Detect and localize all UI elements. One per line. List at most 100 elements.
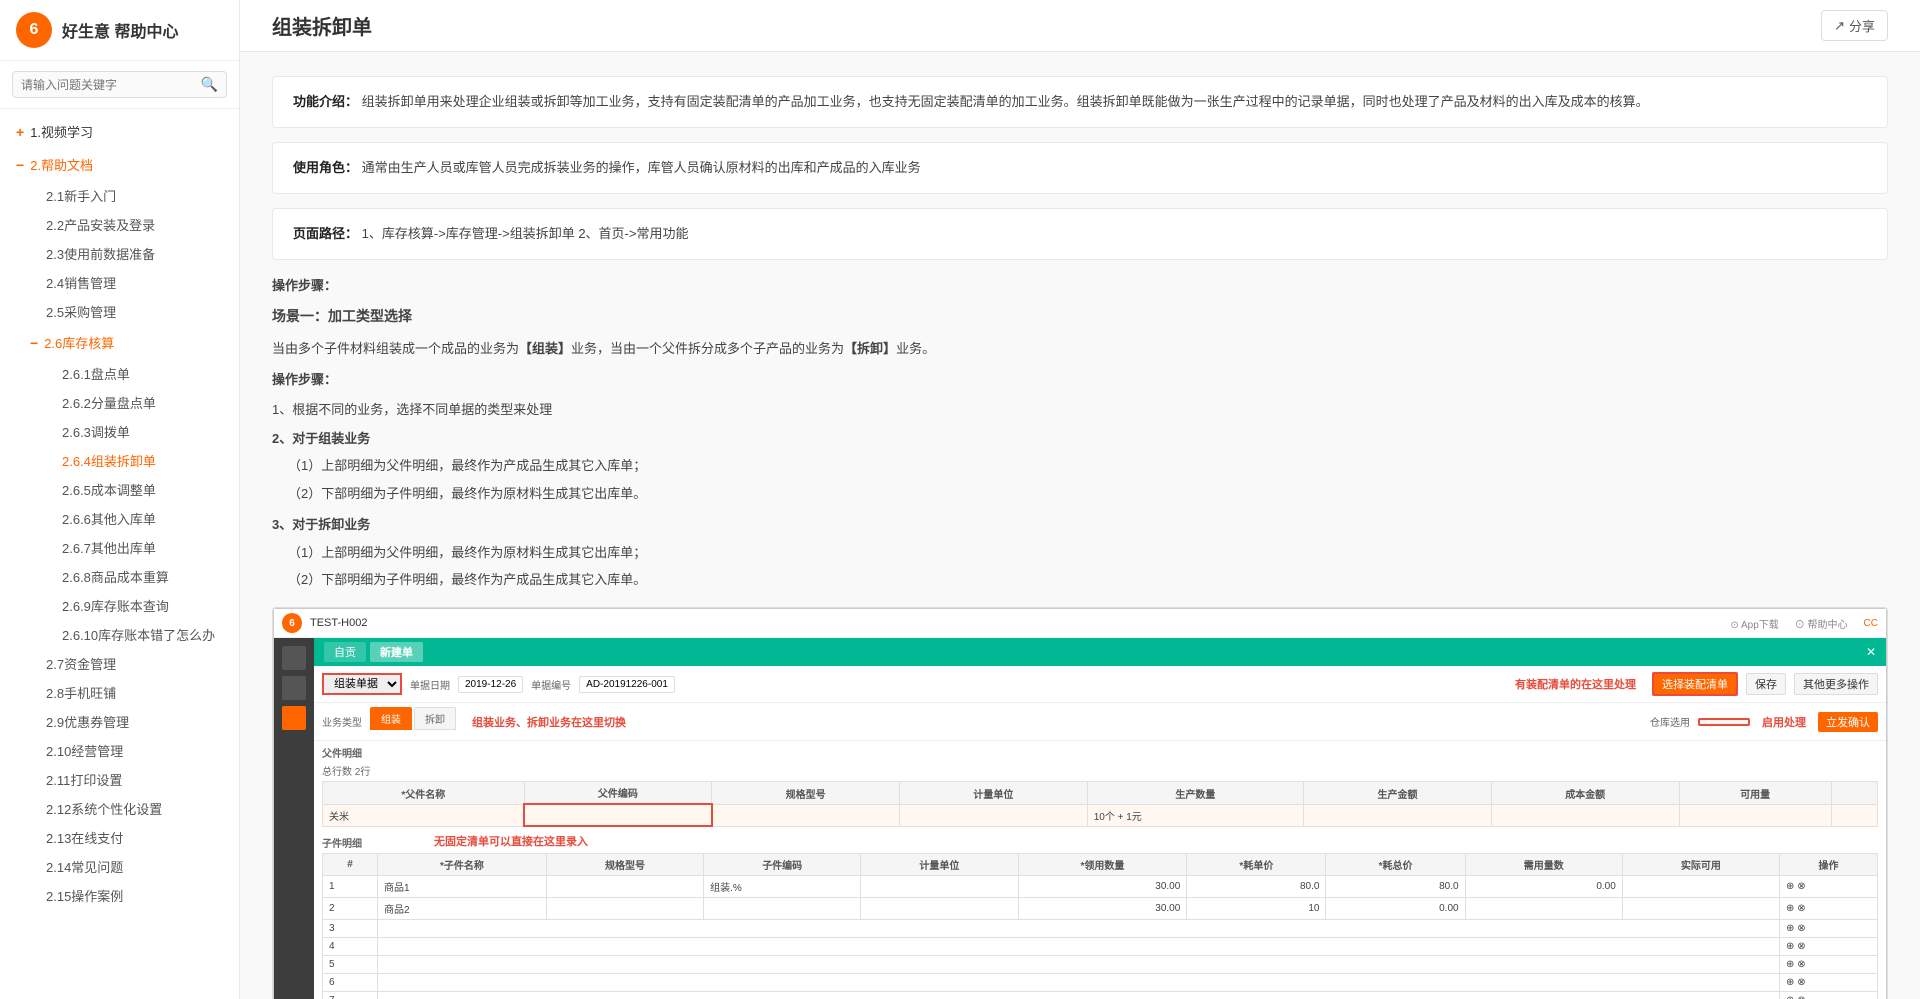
sidebar-item-2-6-10[interactable]: 2.6.10库存账本错了怎么办	[46, 620, 239, 649]
step2a: （1）上部明细为父件明细，最终作为产成品生成其它入库单；	[288, 454, 1888, 477]
mock-lth-avail: 实际可用	[1622, 854, 1779, 876]
mock-th-father-code: 父件编码	[524, 782, 712, 805]
mock-left-sidebar	[274, 638, 314, 999]
sidebar: 6 好生意 帮助中心 🔍 + 1.视频学习 − 2.帮助文档 2.1新手入门 2…	[0, 0, 240, 999]
mock-upper-cell-amount	[1304, 804, 1492, 826]
mock-type-select[interactable]: 组装单据 拆卸单据	[322, 673, 402, 695]
steps-block: 操作步骤： 场景一：加工类型选择 当由多个子件材料组装成一个成品的业务为【组装】…	[272, 274, 1888, 591]
sidebar-item-2-6-2[interactable]: 2.6.2分量盘点单	[46, 388, 239, 417]
role-text: 通常由生产人员或库管人员完成拆装业务的操作，库管人员确认原材料的出库和产成品的入…	[362, 160, 921, 175]
sidebar-item-video[interactable]: + 1.视频学习	[0, 115, 239, 148]
mock-number-value[interactable]: AD-20191226-001	[579, 676, 675, 693]
mock-tab-zizhi: 自贡	[324, 642, 366, 662]
search-icon[interactable]: 🔍	[201, 76, 218, 93]
mock-upper-cell-avail	[1679, 804, 1831, 826]
mock-type-wrapper: 组装单据 拆卸单据	[322, 673, 402, 695]
mock-tab-new: 新建单	[370, 642, 423, 662]
sidebar-item-2-15[interactable]: 2.15操作案例	[30, 881, 239, 910]
sidebar-item-2-1[interactable]: 2.1新手入门	[30, 181, 239, 210]
sidebar-item-2-12[interactable]: 2.12系统个性化设置	[30, 794, 239, 823]
mock-lower-table: # *子件名称 规格型号 子件编码 计量单位 *领用数量 *耗单价 *耗总价 需	[322, 853, 1878, 999]
steps-intro: 操作步骤：	[272, 368, 1888, 391]
mock-lth-total: *耗总价	[1326, 854, 1465, 876]
sidebar-item-2-3[interactable]: 2.3使用前数据准备	[30, 239, 239, 268]
sidebar-item-2-10[interactable]: 2.10经营管理	[30, 736, 239, 765]
mock-form-fields: 组装单据 拆卸单据 单据日期 2019-12-26 单据编号 AD-201912…	[322, 672, 1878, 696]
mock-select-btn[interactable]: 选择装配清单	[1652, 672, 1738, 696]
sidebar-item-2-6-7[interactable]: 2.6.7其他出库单	[46, 533, 239, 562]
mock-lower-row-1: 1 商品1 组装.% 30.00 80.0 80.0 0.00	[323, 876, 1878, 898]
mock-lth-name: *子件名称	[378, 854, 547, 876]
sidebar-item-2-6[interactable]: − 2.6库存核算	[30, 326, 239, 359]
path-text: 1、库存核算->库存管理->组装拆卸单 2、首页->常用功能	[362, 226, 689, 241]
mock-save-btn[interactable]: 保存	[1746, 673, 1786, 695]
sidebar-item-2-13[interactable]: 2.13在线支付	[30, 823, 239, 852]
mock-lth-index: #	[323, 854, 378, 876]
step3a: （1）上部明细为父件明细，最终作为原材料生成其它出库单；	[288, 541, 1888, 564]
mock-th-unit: 计量单位	[900, 782, 1088, 805]
mock-warehouse-input[interactable]	[1698, 718, 1750, 726]
mock-lower-row-7: 7⊕ ⊗	[323, 992, 1878, 999]
sidebar-item-2-6-1[interactable]: 2.6.1盘点单	[46, 359, 239, 388]
sidebar-item-2-4[interactable]: 2.4销售管理	[30, 268, 239, 297]
sidebar-item-2-8[interactable]: 2.8手机旺铺	[30, 678, 239, 707]
sidebar-item-2-14[interactable]: 2.14常见问题	[30, 852, 239, 881]
sidebar-item-2-5[interactable]: 2.5采购管理	[30, 297, 239, 326]
mock-subtab-label: 业务类型	[322, 714, 362, 729]
mock-upper-cell-spec	[712, 804, 900, 826]
sidebar-item-2-7[interactable]: 2.7资金管理	[30, 649, 239, 678]
share-icon: ↗	[1834, 18, 1845, 34]
mock-date-value[interactable]: 2019-12-26	[458, 676, 523, 693]
mock-lth-price: *耗单价	[1187, 854, 1326, 876]
scene1-desc: 当由多个子件材料组装成一个成品的业务为【组装】业务，当由一个父件拆分成多个子产品…	[272, 337, 1888, 360]
mock-close-icon[interactable]: ✕	[1866, 645, 1876, 659]
mock-lth-spec: 规格型号	[546, 854, 703, 876]
sidebar-item-2-6-3[interactable]: 2.6.3调拨单	[46, 417, 239, 446]
sidebar-item-docs[interactable]: − 2.帮助文档	[0, 148, 239, 181]
mock-confirm-btn[interactable]: 立发确认	[1818, 712, 1878, 732]
mock-company: TEST-H002	[310, 617, 367, 629]
mock-th-amount: 生产金额	[1304, 782, 1492, 805]
sidebar-item-2-6-6[interactable]: 2.6.6其他入库单	[46, 504, 239, 533]
mock-help: ⊙ 帮助中心	[1795, 616, 1848, 631]
mock-lth-qty: *领用数量	[1018, 854, 1187, 876]
mock-icon3	[282, 706, 306, 730]
sidebar-item-2-2[interactable]: 2.2产品安装及登录	[30, 210, 239, 239]
sidebar-item-2-6-5[interactable]: 2.6.5成本调整单	[46, 475, 239, 504]
mock-upper-cell-action	[1831, 804, 1877, 826]
step2b: （2）下部明细为子件明细，最终作为原材料生成其它出库单。	[288, 482, 1888, 505]
content-area: 功能介绍： 组装拆卸单用来处理企业组装或拆卸等加工业务，支持有固定装配清单的产品…	[240, 52, 1920, 999]
mock-window-tabs: 自贡 新建单	[324, 642, 423, 662]
annotation4-label: 无固定清单可以直接在这里录入	[434, 833, 588, 849]
mock-th-father-name: *父件名称	[323, 782, 525, 805]
mock-lth-code: 子件编码	[704, 854, 861, 876]
mock-topbar: 6 TEST-H002 ⊙ App下载 ⊙ 帮助中心 CC	[274, 609, 1886, 638]
sidebar-item-2-6-8[interactable]: 2.6.8商品成本重算	[46, 562, 239, 591]
function-text: 组装拆卸单用来处理企业组装或拆卸等加工业务，支持有固定装配清单的产品加工业务，也…	[362, 94, 1649, 109]
steps-title: 操作步骤：	[272, 274, 1888, 297]
mock-th-action	[1831, 782, 1877, 805]
annotation1-label: 有装配清单的在这里处理	[1515, 676, 1636, 692]
mock-window-area: 自贡 新建单 ✕ 组装单据	[274, 638, 1886, 999]
search-input[interactable]	[21, 78, 201, 92]
logo-text: 好生意 帮助中心	[62, 18, 178, 42]
mock-lower-row-3: 3⊕ ⊗	[323, 920, 1878, 938]
mock-subtab-row: 业务类型 组装 拆卸 组装业务、拆卸业务在这里切换 仓库选用 启用处理	[314, 703, 1886, 741]
mock-user: CC	[1864, 618, 1878, 629]
search-input-wrap[interactable]: 🔍	[12, 71, 227, 98]
step3b: （2）下部明细为子件明细，最终作为产成品生成其它入库单。	[288, 568, 1888, 591]
mock-lth-ops: 操作	[1780, 854, 1878, 876]
mock-subtab-disassemble[interactable]: 拆卸	[414, 707, 456, 730]
mock-number-label: 单据编号	[531, 677, 571, 692]
sidebar-item-2-9[interactable]: 2.9优惠券管理	[30, 707, 239, 736]
sidebar-item-2-6-4[interactable]: 2.6.4组装拆卸单	[46, 446, 239, 475]
mock-lower-row-2: 2 商品2 30.00 10 0.00	[323, 898, 1878, 920]
mock-icon1	[282, 646, 306, 670]
nav-sub-docs: 2.1新手入门 2.2产品安装及登录 2.3使用前数据准备 2.4销售管理 2.…	[0, 181, 239, 910]
mock-upper-cell-code[interactable]	[524, 804, 712, 826]
mock-more-btn[interactable]: 其他更多操作	[1794, 673, 1878, 695]
share-button[interactable]: ↗ 分享	[1821, 10, 1888, 41]
sidebar-item-2-11[interactable]: 2.11打印设置	[30, 765, 239, 794]
sidebar-item-2-6-9[interactable]: 2.6.9库存账本查询	[46, 591, 239, 620]
mock-subtab-assemble[interactable]: 组装	[370, 707, 412, 730]
